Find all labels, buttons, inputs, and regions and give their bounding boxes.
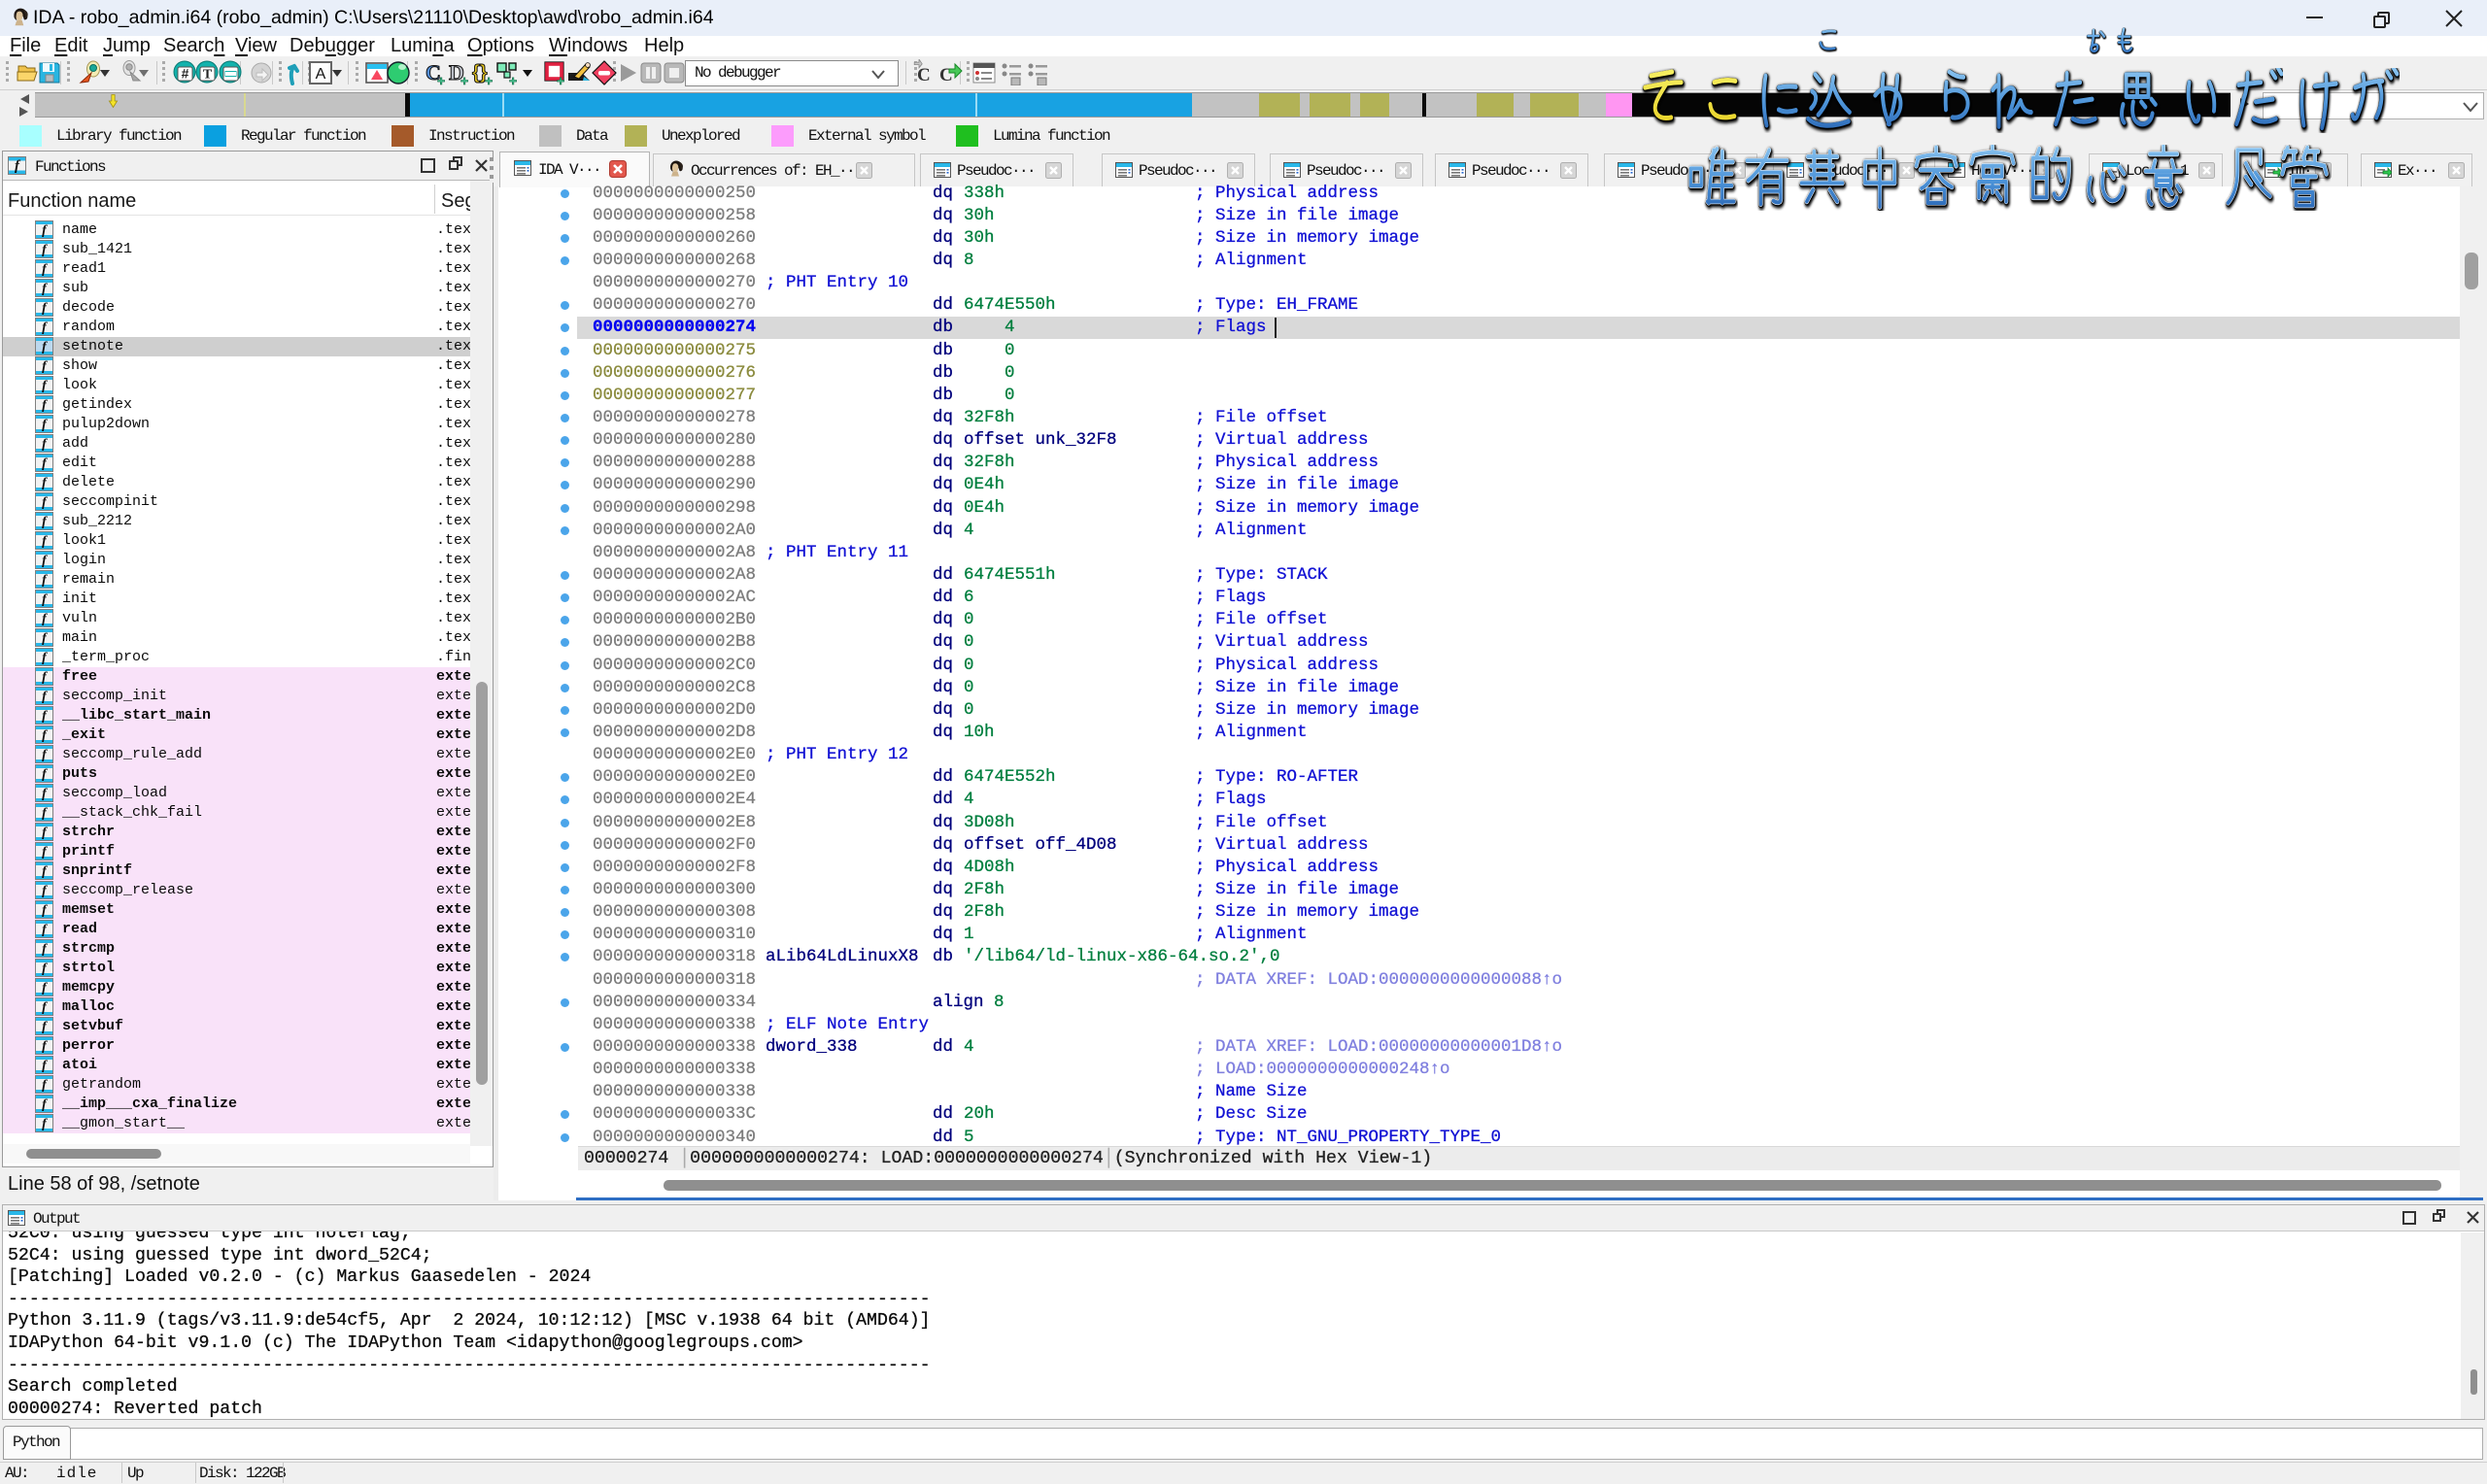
- svg-text:C: C: [939, 65, 953, 85]
- svg-text:+: +: [460, 73, 468, 86]
- svg-text:+: +: [557, 73, 564, 86]
- svg-text:#: #: [182, 66, 189, 82]
- svg-text:+: +: [509, 73, 517, 86]
- svg-text:+: +: [437, 73, 445, 86]
- svg-text:T: T: [203, 68, 213, 83]
- svg-text:A: A: [316, 66, 326, 83]
- svg-text:+: +: [485, 73, 493, 86]
